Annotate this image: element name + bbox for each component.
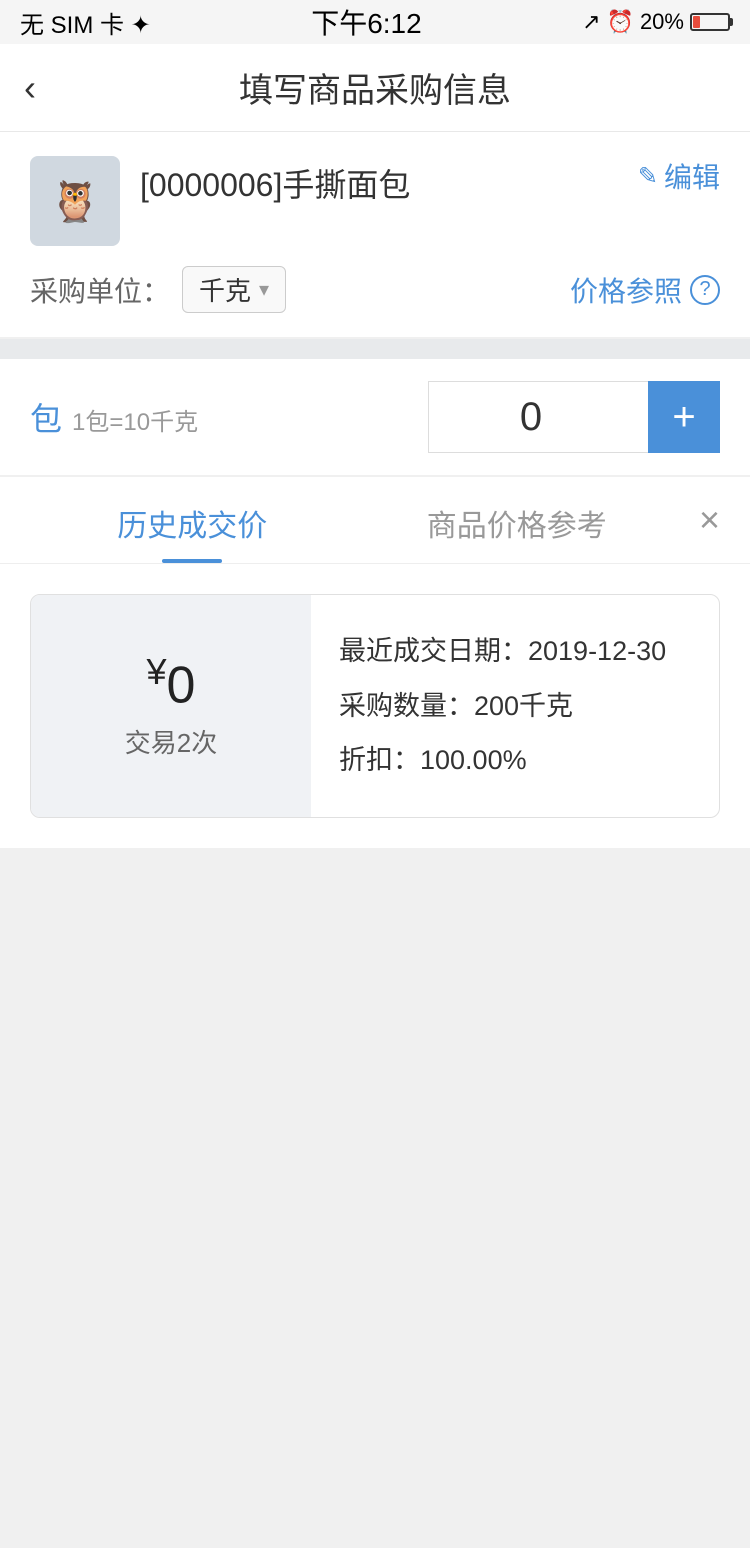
price-ref-label: 价格参照 xyxy=(570,270,682,310)
status-bar: 无 SIM 卡 ✦ 下午6:12 ↗ ⏰ 20% xyxy=(0,0,750,44)
unit-label: 包 xyxy=(30,394,62,440)
purchase-unit-row: 采购单位： 千克 ▾ 价格参照 ? xyxy=(30,266,720,313)
history-card: ¥0 交易2次 最近成交日期：2019-12-30 采购数量：200千克 折扣：… xyxy=(30,594,720,818)
date-value: 2019-12-30 xyxy=(528,636,666,666)
tab-close-button[interactable]: × xyxy=(679,479,720,561)
product-name: [0000006]手撕面包 xyxy=(140,156,410,206)
date-label: 最近成交日期： xyxy=(339,636,528,666)
edit-icon: ✎ xyxy=(638,162,658,191)
price-reference-button[interactable]: 价格参照 ? xyxy=(570,270,720,310)
help-icon: ? xyxy=(690,275,720,305)
purchase-unit-label: 采购单位： xyxy=(30,270,170,310)
battery-indicator xyxy=(690,13,730,31)
unit-detail-label: 1包=10千克 xyxy=(72,402,198,437)
page-header: ‹ 填写商品采购信息 xyxy=(0,44,750,132)
location-icon: ↗ xyxy=(582,9,600,35)
product-icon: 🦉 xyxy=(50,178,100,225)
back-button[interactable]: ‹ xyxy=(24,67,36,109)
card-price-display: ¥0 xyxy=(147,651,196,715)
quantity-input-row: + xyxy=(428,381,720,453)
card-date-row: 最近成交日期：2019-12-30 xyxy=(339,631,691,672)
tab-product-price-ref[interactable]: 商品价格参考 xyxy=(354,477,678,563)
product-top-row: 🦉 [0000006]手撕面包 ✎ 编辑 xyxy=(30,156,720,246)
battery-fill xyxy=(693,16,700,28)
status-left: 无 SIM 卡 ✦ xyxy=(20,5,151,40)
divider-stripe xyxy=(0,339,750,359)
product-info-left: 🦉 [0000006]手撕面包 xyxy=(30,156,410,246)
unit-value: 千克 xyxy=(199,271,251,308)
qty-value: 200千克 xyxy=(474,691,573,721)
purchase-unit-left: 采购单位： 千克 ▾ xyxy=(30,266,286,313)
product-section: 🦉 [0000006]手撕面包 ✎ 编辑 采购单位： 千克 ▾ 价格参照 ? xyxy=(0,132,750,337)
qty-label: 采购数量： xyxy=(339,691,474,721)
discount-value: 100.00% xyxy=(420,745,527,775)
edit-button[interactable]: ✎ 编辑 xyxy=(638,156,720,196)
bottom-space xyxy=(0,848,750,1548)
trade-count: 交易2次 xyxy=(125,723,217,760)
quantity-label-block: 包 1包=10千克 xyxy=(30,394,198,440)
card-discount-row: 折扣：100.00% xyxy=(339,740,691,781)
card-area: ¥0 交易2次 最近成交日期：2019-12-30 采购数量：200千克 折扣：… xyxy=(0,564,750,848)
price-value: 0 xyxy=(167,656,196,714)
card-right-details: 最近成交日期：2019-12-30 采购数量：200千克 折扣：100.00% xyxy=(311,595,719,817)
alarm-icon: ⏰ xyxy=(607,9,634,35)
discount-label: 折扣： xyxy=(339,745,420,775)
product-thumbnail: 🦉 xyxy=(30,156,120,246)
status-time: 下午6:12 xyxy=(311,2,422,42)
battery-percent: 20% xyxy=(640,9,684,35)
signal-text: 无 SIM 卡 ✦ xyxy=(20,5,151,40)
tabs-section: 历史成交价 商品价格参考 × ¥0 交易2次 最近成交日期：2019-12-30… xyxy=(0,477,750,848)
quantity-section: 包 1包=10千克 + xyxy=(0,359,750,475)
status-right: ↗ ⏰ 20% xyxy=(582,9,730,35)
quantity-input[interactable] xyxy=(428,381,648,453)
page-title: 填写商品采购信息 xyxy=(239,63,511,112)
card-left-price: ¥0 交易2次 xyxy=(31,595,311,817)
card-qty-row: 采购数量：200千克 xyxy=(339,686,691,727)
quantity-plus-button[interactable]: + xyxy=(648,381,720,453)
chevron-down-icon: ▾ xyxy=(259,277,269,302)
edit-label: 编辑 xyxy=(664,156,720,196)
unit-select-dropdown[interactable]: 千克 ▾ xyxy=(182,266,286,313)
tabs-header: 历史成交价 商品价格参考 × xyxy=(0,477,750,564)
tab-history-price[interactable]: 历史成交价 xyxy=(30,477,354,563)
currency-symbol: ¥ xyxy=(147,651,167,692)
